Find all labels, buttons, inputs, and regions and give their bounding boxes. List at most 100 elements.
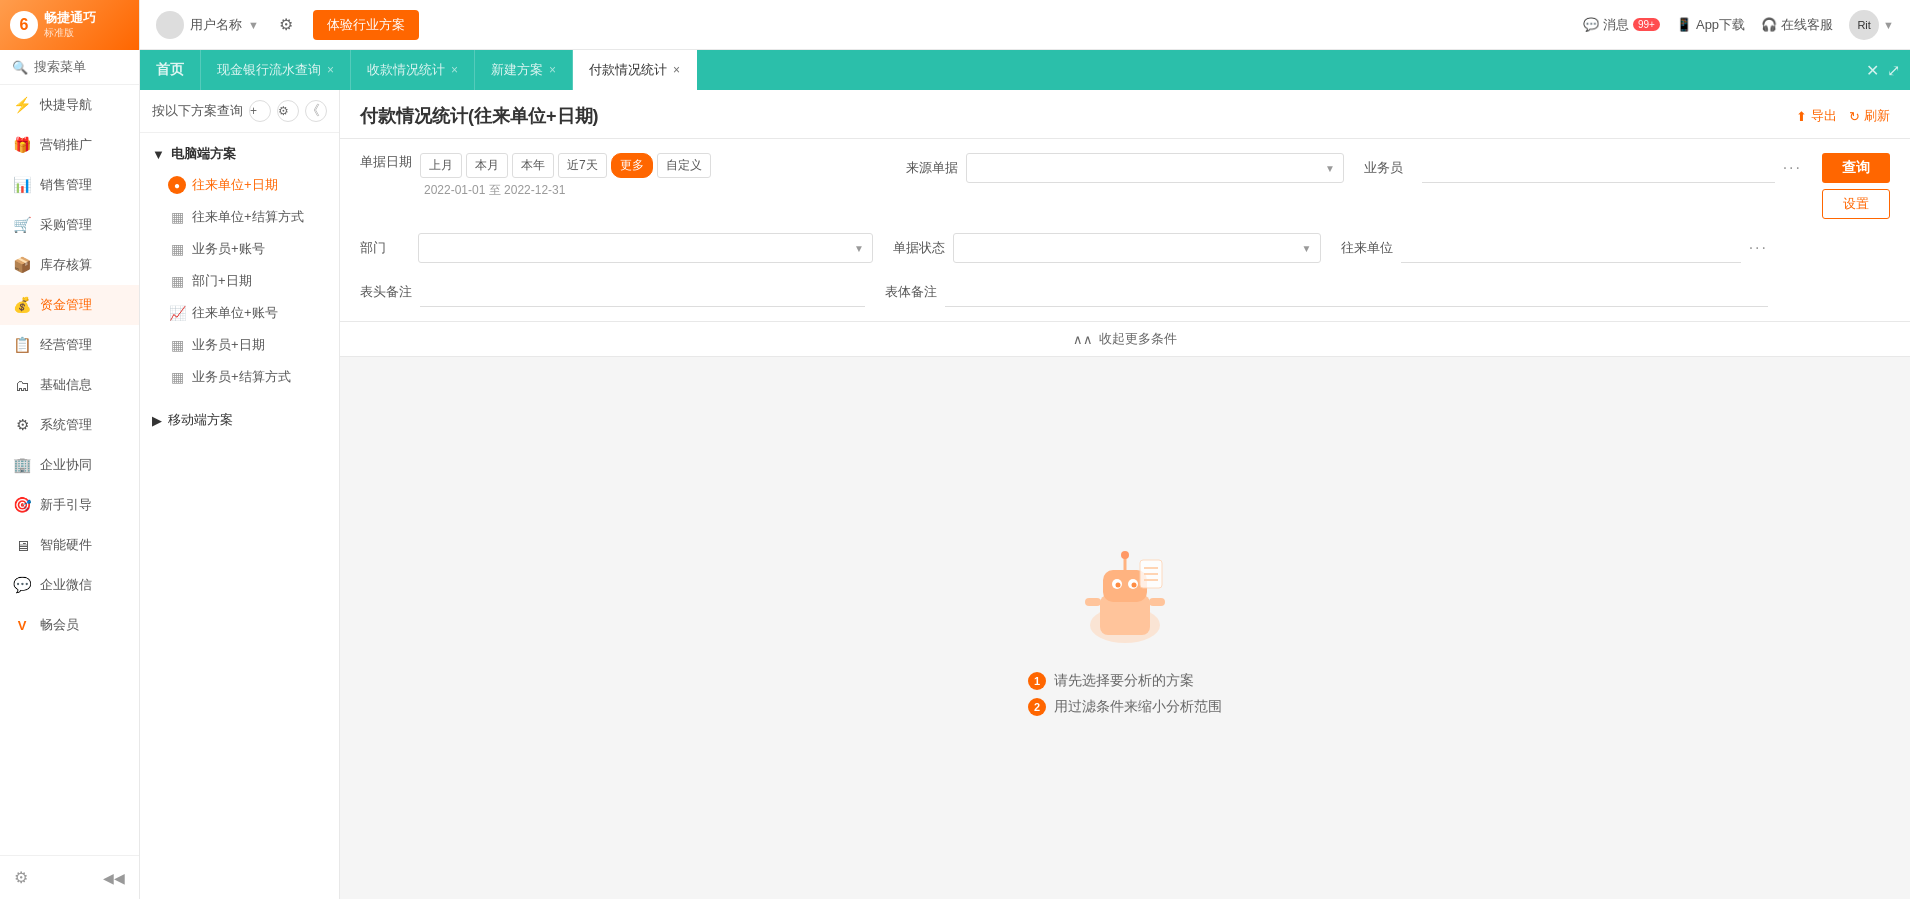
download-icon: 📱 [1676, 17, 1692, 32]
date-btn-7days[interactable]: 近7天 [558, 153, 607, 178]
app-download-btn[interactable]: 📱 App下载 [1676, 16, 1745, 34]
order-status-select[interactable]: ▼ [953, 233, 1321, 263]
partner-more-btn[interactable]: ··· [1749, 239, 1768, 257]
sidebar-footer: ⚙ ◀◀ [0, 855, 139, 899]
mobile-scheme-group-title[interactable]: ▶ 移动端方案 [140, 405, 339, 435]
sidebar-item-purchase[interactable]: 🛒 采购管理 [0, 205, 139, 245]
scheme-item-staff-settle[interactable]: ▦ 业务员+结算方式 [140, 361, 339, 393]
sidebar-item-enterprise[interactable]: 🏢 企业协同 [0, 445, 139, 485]
wechat-icon: 💬 [12, 575, 32, 595]
sidebar-item-hardware[interactable]: 🖥 智能硬件 [0, 525, 139, 565]
tab-home-label: 首页 [156, 61, 184, 79]
breadcrumb-dropdown-arrow[interactable]: ▼ [248, 19, 259, 31]
staff-filter-label: 业务员 [1364, 159, 1414, 177]
scheme-item-staff-date[interactable]: ▦ 业务员+日期 [140, 329, 339, 361]
tab-new-scheme-close[interactable]: × [549, 63, 556, 77]
user-profile-btn[interactable]: Rit ▼ [1849, 10, 1894, 40]
date-btn-this-year[interactable]: 本年 [512, 153, 554, 178]
collapse-conditions-btn[interactable]: ∧∧ 收起更多条件 [340, 322, 1910, 357]
tab-new-scheme[interactable]: 新建方案 × [475, 50, 573, 90]
desktop-group-label: 电脑端方案 [171, 145, 236, 163]
app-edition: 标准版 [44, 26, 96, 40]
trial-industry-btn[interactable]: 体验行业方案 [313, 10, 419, 40]
export-btn[interactable]: ⬆ 导出 [1796, 107, 1837, 125]
app-download-label: App下载 [1696, 16, 1745, 34]
sidebar-item-quick-nav[interactable]: ⚡ 快捷导航 [0, 85, 139, 125]
date-btn-last-month[interactable]: 上月 [420, 153, 462, 178]
order-status-arrow: ▼ [1302, 243, 1312, 254]
query-btn[interactable]: 查询 [1822, 153, 1890, 183]
tab-cash-flow-close[interactable]: × [327, 63, 334, 77]
date-btn-this-month[interactable]: 本月 [466, 153, 508, 178]
sidebar-item-system[interactable]: ⚙ 系统管理 [0, 405, 139, 445]
date-btn-more[interactable]: 更多 [611, 153, 653, 178]
date-btn-custom[interactable]: 自定义 [657, 153, 711, 178]
sidebar-search[interactable]: 🔍 搜索菜单 [0, 50, 139, 85]
scheme-item-unit-date[interactable]: ● 往来单位+日期 [140, 169, 339, 201]
sidebar-item-sales[interactable]: 📊 销售管理 [0, 165, 139, 205]
close-all-tabs-btn[interactable]: ✕ [1866, 61, 1879, 80]
scheme-item-unit-settle[interactable]: ▦ 往来单位+结算方式 [140, 201, 339, 233]
body-note-input[interactable] [945, 277, 1768, 307]
refresh-btn[interactable]: ↻ 刷新 [1849, 107, 1890, 125]
tab-cash-flow[interactable]: 现金银行流水查询 × [201, 50, 351, 90]
tab-payment-stats-close[interactable]: × [673, 63, 680, 77]
empty-tips: 1 请先选择要分析的方案 2 用过滤条件来缩小分析范围 [1028, 672, 1222, 716]
export-icon: ⬆ [1796, 109, 1807, 124]
sidebar-item-operation[interactable]: 📋 经营管理 [0, 325, 139, 365]
operation-icon: 📋 [12, 335, 32, 355]
sidebar: 6 畅捷通巧 标准版 🔍 搜索菜单 ⚡ 快捷导航 🎁 营销推广 📊 销售管理 🛒… [0, 0, 140, 899]
sidebar-item-label: 采购管理 [40, 216, 92, 234]
svg-point-8 [1121, 551, 1129, 559]
sidebar-item-label: 畅会员 [40, 616, 79, 634]
user-dropdown-arrow[interactable]: ▼ [1883, 19, 1894, 31]
tab-payment-stats[interactable]: 付款情况统计 × [573, 50, 697, 90]
scheme-item-dept-date[interactable]: ▦ 部门+日期 [140, 265, 339, 297]
content-area: 按以下方案查询 + ⚙ 《 ▼ 电脑端方案 ● 往来单位+日期 [140, 90, 1910, 899]
add-scheme-btn[interactable]: + [249, 100, 271, 122]
sidebar-item-label: 基础信息 [40, 376, 92, 394]
tab-receipt-stats-close[interactable]: × [451, 63, 458, 77]
source-order-select[interactable]: ▼ [966, 153, 1344, 183]
date-filter-btns: 上月 本月 本年 近7天 更多 自定义 [420, 153, 711, 178]
scheme-panel-collapse-btn[interactable]: 《 [305, 100, 327, 122]
sidebar-item-wechat[interactable]: 💬 企业微信 [0, 565, 139, 605]
system-icon: ⚙ [12, 415, 32, 435]
staff-more-btn[interactable]: ··· [1783, 159, 1802, 177]
scheme-item-staff-account[interactable]: ▦ 业务员+账号 [140, 233, 339, 265]
fullscreen-btn[interactable]: ⤢ [1887, 61, 1900, 80]
sidebar-item-inventory[interactable]: 📦 库存核算 [0, 245, 139, 285]
tab-receipt-stats[interactable]: 收款情况统计 × [351, 50, 475, 90]
filter-settings-btn[interactable]: 设置 [1822, 189, 1890, 219]
customer-service-btn[interactable]: 🎧 在线客服 [1761, 16, 1833, 34]
desktop-scheme-group-title[interactable]: ▼ 电脑端方案 [140, 139, 339, 169]
topbar-gear-btn[interactable]: ⚙ [271, 10, 301, 40]
dept-select[interactable]: ▼ [418, 233, 873, 263]
scheme-settings-btn[interactable]: ⚙ [277, 100, 299, 122]
sidebar-item-guide[interactable]: 🎯 新手引导 [0, 485, 139, 525]
sidebar-item-label: 智能硬件 [40, 536, 92, 554]
sidebar-item-label: 系统管理 [40, 416, 92, 434]
header-note-input[interactable] [420, 277, 865, 307]
sidebar-item-label: 快捷导航 [40, 96, 92, 114]
svg-rect-9 [1085, 598, 1101, 606]
scheme-table-icon3: ▦ [168, 273, 186, 289]
tab-home[interactable]: 首页 [140, 50, 201, 90]
staff-input[interactable] [1422, 153, 1775, 183]
scheme-item-unit-account[interactable]: 📈 往来单位+账号 [140, 297, 339, 329]
refresh-icon: ↻ [1849, 109, 1860, 124]
messages-btn[interactable]: 💬 消息 99+ [1583, 16, 1660, 34]
partner-input[interactable] [1401, 233, 1741, 263]
sidebar-item-marketing[interactable]: 🎁 营销推广 [0, 125, 139, 165]
sidebar-item-label: 资金管理 [40, 296, 92, 314]
sidebar-item-base-info[interactable]: 🗂 基础信息 [0, 365, 139, 405]
sidebar-collapse-icon[interactable]: ◀◀ [103, 870, 125, 886]
body-note-label: 表体备注 [885, 283, 937, 301]
scheme-panel-header: 按以下方案查询 + ⚙ 《 [140, 90, 339, 133]
user-avatar: Rit [1849, 10, 1879, 40]
sidebar-settings-icon[interactable]: ⚙ [14, 868, 28, 887]
sidebar-item-capital[interactable]: 💰 资金管理 [0, 285, 139, 325]
partner-filter-label: 往来单位 [1341, 239, 1393, 257]
sidebar-item-vip[interactable]: V 畅会员 [0, 605, 139, 645]
group-arrow-right-icon: ▶ [152, 413, 162, 428]
